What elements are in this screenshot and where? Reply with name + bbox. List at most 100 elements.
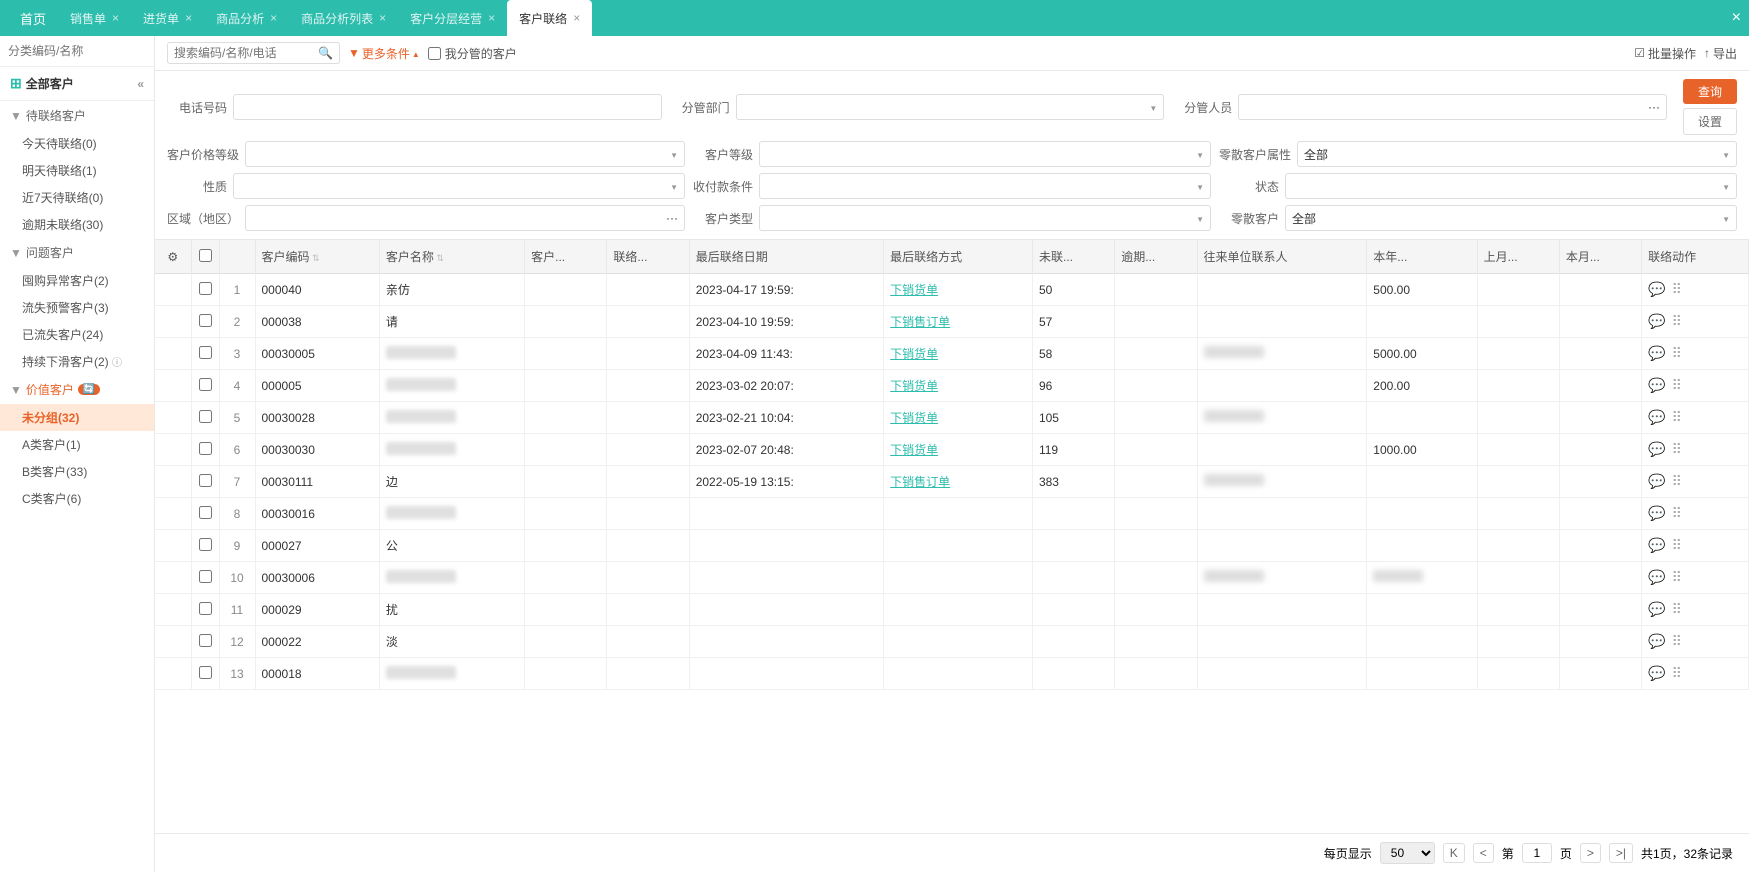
more-conditions-toggle[interactable]: ▼ 更多条件 bbox=[348, 45, 420, 62]
td-checkbox[interactable] bbox=[191, 370, 219, 402]
td-checkbox[interactable] bbox=[191, 466, 219, 498]
row-checkbox[interactable] bbox=[199, 378, 212, 391]
settings-icon[interactable]: ⚙ bbox=[167, 250, 178, 264]
th-name[interactable]: 客户名称 bbox=[379, 240, 524, 274]
contact-method-link[interactable]: 下销货单 bbox=[890, 443, 938, 457]
filter-phone-input[interactable] bbox=[233, 94, 662, 120]
contact-icon[interactable]: 💬 bbox=[1648, 569, 1665, 586]
th-checkbox[interactable] bbox=[191, 240, 219, 274]
filter-retail-select[interactable]: 全部 bbox=[1285, 205, 1737, 231]
close-customer-stratification-tab[interactable]: × bbox=[488, 11, 495, 25]
nav-close-button[interactable]: × bbox=[1732, 9, 1741, 27]
sidebar-item-overdue-contact[interactable]: 逾期未联络(30) bbox=[0, 211, 154, 238]
more-icon[interactable]: ⠿ bbox=[1672, 409, 1682, 426]
td-checkbox[interactable] bbox=[191, 594, 219, 626]
filter-payment-select[interactable] bbox=[759, 173, 1211, 199]
contact-icon[interactable]: 💬 bbox=[1648, 633, 1665, 650]
sidebar-item-ungrouped[interactable]: 未分组(32) bbox=[0, 404, 154, 431]
contact-method-link[interactable]: 下销售订单 bbox=[890, 315, 950, 329]
more-icon[interactable]: ⠿ bbox=[1672, 569, 1682, 586]
more-icon[interactable]: ⠿ bbox=[1672, 601, 1682, 618]
contact-icon[interactable]: 💬 bbox=[1648, 665, 1665, 682]
contact-icon[interactable]: 💬 bbox=[1648, 313, 1665, 330]
more-icon[interactable]: ⠿ bbox=[1672, 345, 1682, 362]
th-settings[interactable]: ⚙ bbox=[155, 240, 191, 274]
row-checkbox[interactable] bbox=[199, 506, 212, 519]
contact-icon[interactable]: 💬 bbox=[1648, 409, 1665, 426]
close-product-analysis-tab[interactable]: × bbox=[270, 11, 277, 25]
sidebar-item-churn-warning[interactable]: 流失预警客户(3) bbox=[0, 294, 154, 321]
filter-status-select[interactable] bbox=[1285, 173, 1737, 199]
filter-region-select[interactable]: ··· bbox=[245, 205, 685, 231]
more-icon[interactable]: ⠿ bbox=[1672, 313, 1682, 330]
close-purchase-tab[interactable]: × bbox=[185, 11, 192, 25]
td-checkbox[interactable] bbox=[191, 530, 219, 562]
contact-icon[interactable]: 💬 bbox=[1648, 505, 1665, 522]
contact-icon[interactable]: 💬 bbox=[1648, 473, 1665, 490]
row-checkbox[interactable] bbox=[199, 314, 212, 327]
td-checkbox[interactable] bbox=[191, 626, 219, 658]
td-checkbox[interactable] bbox=[191, 306, 219, 338]
sidebar-all-customers[interactable]: ⊞ 全部客户 « bbox=[0, 67, 154, 101]
sidebar-group-problem[interactable]: ▼ 问题客户 bbox=[0, 238, 154, 267]
tab-product-analysis-list[interactable]: 商品分析列表 × bbox=[289, 0, 398, 36]
reset-button[interactable]: 设置 bbox=[1683, 108, 1737, 135]
tab-customer-stratification[interactable]: 客户分层经营 × bbox=[398, 0, 507, 36]
row-checkbox[interactable] bbox=[199, 570, 212, 583]
more-icon[interactable]: ⠿ bbox=[1672, 633, 1682, 650]
more-icon[interactable]: ⠿ bbox=[1672, 377, 1682, 394]
prev-page-button[interactable]: < bbox=[1473, 843, 1494, 863]
sidebar-item-class-c[interactable]: C类客户(6) bbox=[0, 485, 154, 512]
sidebar-item-churned[interactable]: 已流失客户(24) bbox=[0, 321, 154, 348]
filter-manager-select[interactable]: ··· bbox=[1238, 94, 1667, 120]
tab-home[interactable]: 首页 bbox=[8, 9, 58, 28]
main-search-icon[interactable]: 🔍 bbox=[318, 46, 333, 60]
page-size-select[interactable]: 50 100 200 bbox=[1380, 842, 1435, 864]
sidebar-item-class-a[interactable]: A类客户(1) bbox=[0, 431, 154, 458]
row-checkbox[interactable] bbox=[199, 474, 212, 487]
main-search-input[interactable] bbox=[174, 46, 314, 60]
close-product-analysis-list-tab[interactable]: × bbox=[379, 11, 386, 25]
tab-salesorder[interactable]: 销售单 × bbox=[58, 0, 131, 36]
row-checkbox[interactable] bbox=[199, 282, 212, 295]
contact-method-link[interactable]: 下销货单 bbox=[890, 283, 938, 297]
sidebar-group-pending[interactable]: ▼ 待联络客户 bbox=[0, 101, 154, 130]
contact-method-link[interactable]: 下销货单 bbox=[890, 411, 938, 425]
select-all-checkbox[interactable] bbox=[199, 249, 212, 262]
row-checkbox[interactable] bbox=[199, 666, 212, 679]
td-checkbox[interactable] bbox=[191, 498, 219, 530]
contact-icon[interactable]: 💬 bbox=[1648, 601, 1665, 618]
filter-retail-attr-select[interactable]: 全部 bbox=[1297, 141, 1737, 167]
more-icon[interactable]: ⠿ bbox=[1672, 473, 1682, 490]
contact-icon[interactable]: 💬 bbox=[1648, 281, 1665, 298]
more-icon[interactable]: ⠿ bbox=[1672, 281, 1682, 298]
sidebar-item-tomorrow-pending[interactable]: 明天待联络(1) bbox=[0, 157, 154, 184]
td-checkbox[interactable] bbox=[191, 434, 219, 466]
more-icon[interactable]: ⠿ bbox=[1672, 505, 1682, 522]
sidebar-item-declining[interactable]: 持续下滑客户(2) ⓘ bbox=[0, 348, 154, 375]
row-checkbox[interactable] bbox=[199, 602, 212, 615]
filter-customer-type-select[interactable] bbox=[759, 205, 1211, 231]
export-button[interactable]: ↑ 导出 bbox=[1704, 45, 1737, 62]
last-page-button[interactable]: >| bbox=[1609, 843, 1633, 863]
row-checkbox[interactable] bbox=[199, 410, 212, 423]
sidebar-item-7days-pending[interactable]: 近7天待联络(0) bbox=[0, 184, 154, 211]
contact-icon[interactable]: 💬 bbox=[1648, 537, 1665, 554]
sidebar-item-class-b[interactable]: B类客户(33) bbox=[0, 458, 154, 485]
more-icon[interactable]: ⠿ bbox=[1672, 665, 1682, 682]
filter-customer-grade-select[interactable] bbox=[759, 141, 1211, 167]
contact-icon[interactable]: 💬 bbox=[1648, 345, 1665, 362]
tab-customer-contact[interactable]: 客户联络 × bbox=[507, 0, 592, 36]
tab-product-analysis[interactable]: 商品分析 × bbox=[204, 0, 289, 36]
sidebar-item-today-pending[interactable]: 今天待联络(0) bbox=[0, 130, 154, 157]
td-checkbox[interactable] bbox=[191, 402, 219, 434]
close-customer-contact-tab[interactable]: × bbox=[573, 11, 580, 25]
row-checkbox[interactable] bbox=[199, 442, 212, 455]
sidebar-group-value[interactable]: ▼ 价值客户 🔄 bbox=[0, 375, 154, 404]
sidebar-item-abnormal-stockpile[interactable]: 囤购异常客户(2) bbox=[0, 267, 154, 294]
batch-ops-button[interactable]: ☑ 批量操作 bbox=[1634, 45, 1696, 62]
row-checkbox[interactable] bbox=[199, 634, 212, 647]
contact-method-link[interactable]: 下销货单 bbox=[890, 379, 938, 393]
row-checkbox[interactable] bbox=[199, 346, 212, 359]
query-button[interactable]: 查询 bbox=[1683, 79, 1737, 104]
